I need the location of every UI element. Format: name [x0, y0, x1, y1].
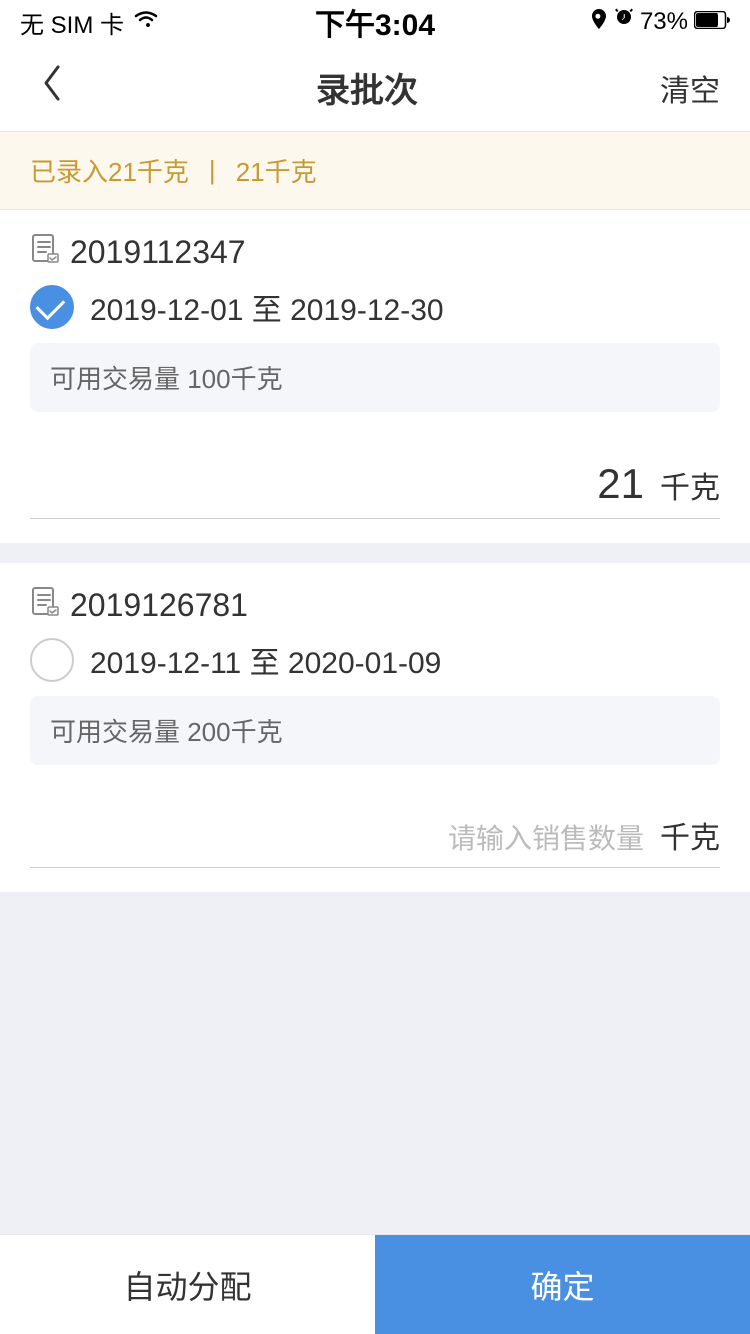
wifi-icon [132, 8, 160, 36]
info-divider: | [209, 155, 216, 186]
status-left: 无 SIM 卡 [20, 5, 160, 40]
bottom-buttons: 自动分配 确定 [0, 1234, 750, 1334]
nav-bar: 录批次 清空 [0, 44, 750, 132]
battery-text: 73% [640, 8, 688, 36]
carrier-text: 无 SIM 卡 [20, 5, 124, 40]
qty-unit-1: 千克 [660, 463, 720, 507]
battery-icon [694, 8, 730, 36]
quantity-row-2: 请输入销售数量 千克 [0, 803, 750, 892]
batch-item-2: 2019126781 2019-12-11 至 2020-01-09 可用交易量… [0, 563, 750, 803]
alarm-icon [614, 8, 634, 37]
info-banner: 已录入21千克 | 21千克 [0, 132, 750, 210]
location-icon [590, 8, 608, 37]
batch-id-1: 2019112347 [70, 234, 246, 271]
batch-header-1: 2019112347 [30, 234, 720, 271]
batch-header-2: 2019126781 [30, 587, 720, 624]
batch-date-2: 2019-12-11 至 2020-01-09 [90, 638, 441, 682]
auto-distribute-button[interactable]: 自动分配 [0, 1235, 375, 1334]
qty-unit-2: 千克 [660, 813, 720, 857]
batch-radio-2[interactable] [30, 638, 74, 682]
page-title: 录批次 [316, 63, 418, 112]
bottom-space [0, 892, 750, 1272]
batch-radio-1[interactable] [30, 285, 74, 329]
batch-avail-1: 可用交易量 100千克 [30, 343, 720, 412]
batch-date-row-2[interactable]: 2019-12-11 至 2020-01-09 [30, 638, 720, 682]
status-bar: 无 SIM 卡 下午3:04 73% [0, 0, 750, 44]
batch-id-2: 2019126781 [70, 587, 248, 624]
back-button[interactable] [30, 53, 74, 122]
clear-button[interactable]: 清空 [660, 66, 720, 110]
qty-value-1: 21 [597, 460, 644, 508]
batch-date-1: 2019-12-01 至 2019-12-30 [90, 285, 444, 329]
info-label: 已录入21千克 [30, 152, 189, 189]
qty-placeholder-2: 请输入销售数量 [30, 817, 644, 857]
batch-date-row-1[interactable]: 2019-12-01 至 2019-12-30 [30, 285, 720, 329]
confirm-button[interactable]: 确定 [375, 1235, 750, 1334]
info-value: 21千克 [236, 152, 317, 189]
batch-doc-icon-1 [30, 234, 60, 271]
quantity-row-1: 21 千克 [0, 450, 750, 543]
section-separator [0, 543, 750, 563]
batch-item-1: 2019112347 2019-12-01 至 2019-12-30 可用交易量… [0, 210, 750, 450]
status-time: 下午3:04 [315, 0, 435, 44]
batch-avail-2: 可用交易量 200千克 [30, 696, 720, 765]
status-right: 73% [590, 8, 730, 37]
batch-doc-icon-2 [30, 587, 60, 624]
